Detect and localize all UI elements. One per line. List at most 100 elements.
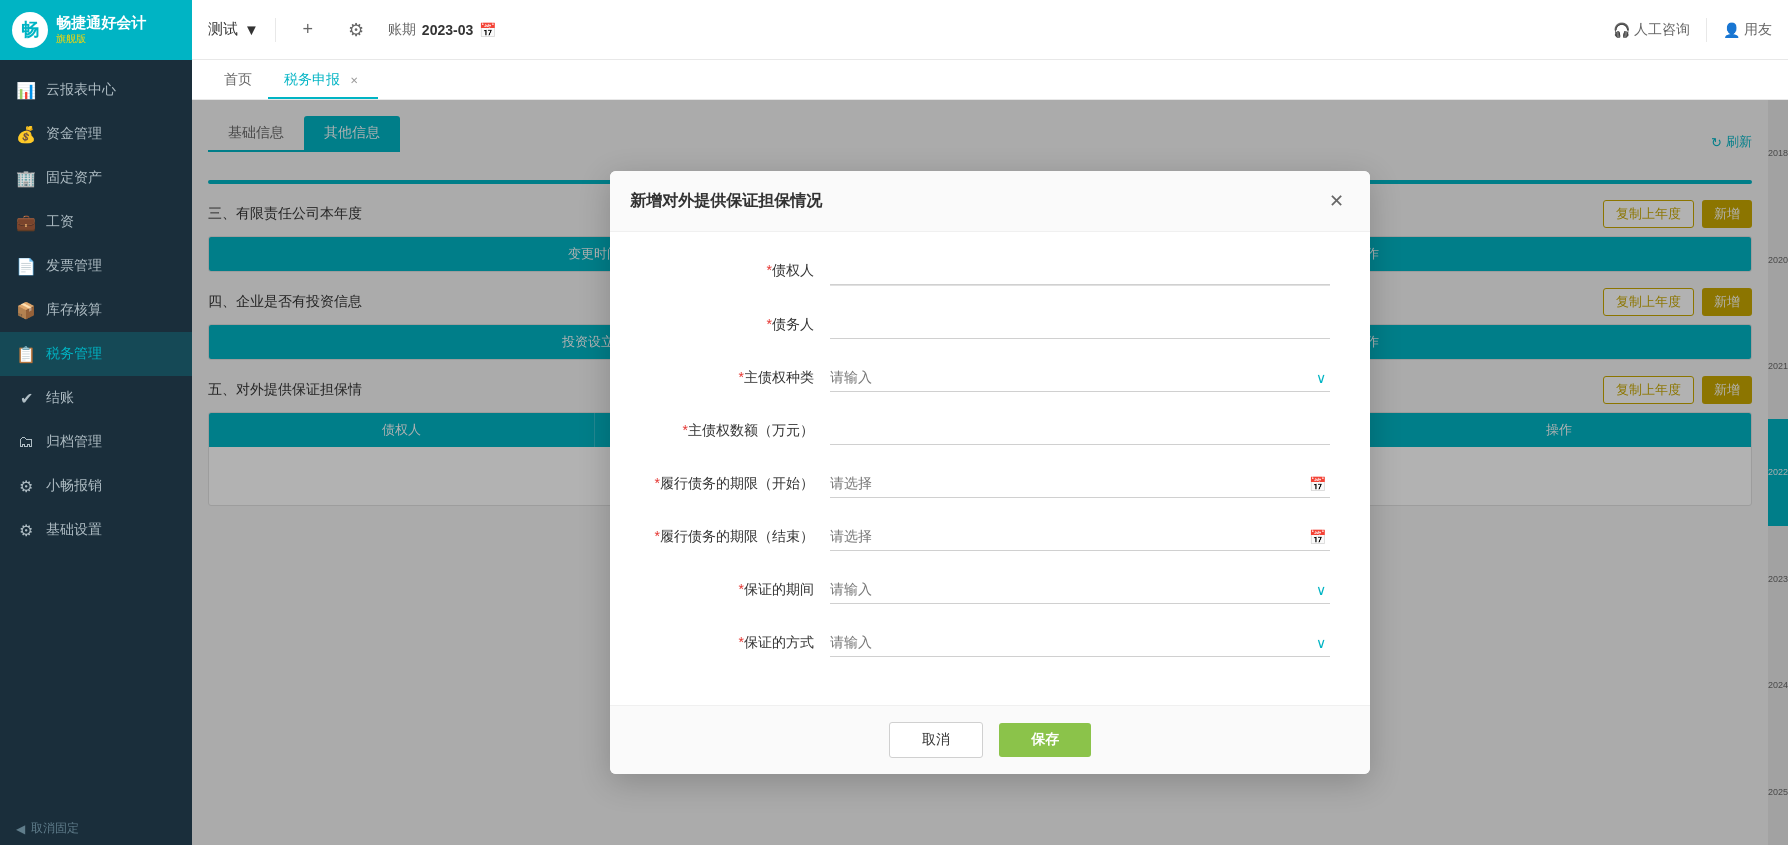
period-calendar-icon[interactable]: 📅	[479, 22, 496, 38]
form-field-claim-type: ∨	[830, 363, 1330, 392]
cancel-button[interactable]: 取消	[889, 722, 983, 758]
sidebar-footer[interactable]: ◀ 取消固定	[0, 812, 192, 845]
form-label-guarantee-period: *保证的期间	[650, 581, 830, 599]
settings-button[interactable]: ⚙	[340, 14, 372, 46]
content-area: 基础信息 其他信息 ↻ 刷新 三、有限责任公司本年度	[192, 100, 1788, 845]
sidebar-label-archive: 归档管理	[46, 433, 102, 451]
scroll-up-icon: ◀	[16, 822, 25, 836]
form-row-debtor: *债务人	[650, 310, 1330, 339]
sidebar-item-cloud-reports[interactable]: 📊 云报表中心	[0, 68, 192, 112]
period-start-calendar-icon[interactable]: 📅	[1309, 476, 1326, 492]
claim-amount-input[interactable]	[830, 416, 1330, 445]
sidebar-item-invoice-mgmt[interactable]: 📄 发票管理	[0, 244, 192, 288]
fund-mgmt-icon: 💰	[16, 124, 36, 144]
fixed-assets-icon: 🏢	[16, 168, 36, 188]
add-button[interactable]: +	[292, 14, 324, 46]
main-area: 测试 ▼ + ⚙ 账期 2023-03 📅 🎧 人工咨询 👤 用友	[192, 0, 1788, 845]
service-icon: 🎧	[1613, 22, 1630, 38]
guarantee-period-input[interactable]	[830, 575, 1330, 604]
period-end-calendar-icon[interactable]: 📅	[1309, 529, 1326, 545]
undo-fixed-label: 取消固定	[31, 820, 79, 837]
company-dropdown-icon: ▼	[244, 21, 259, 38]
guarantee-method-input[interactable]	[830, 628, 1330, 657]
save-button[interactable]: 保存	[999, 723, 1091, 757]
form-row-period-start: *履行债务的期限（开始） 📅	[650, 469, 1330, 498]
user-button[interactable]: 👤 用友	[1723, 21, 1772, 39]
sidebar-nav: 📊 云报表中心 💰 资金管理 🏢 固定资产 💼 工资 📄 发票管理 📦	[0, 60, 192, 812]
modal-close-button[interactable]: ✕	[1322, 187, 1350, 215]
logo-icon: 畅	[12, 12, 48, 48]
form-field-period-start: 📅	[830, 469, 1330, 498]
sidebar-label-inventory: 库存核算	[46, 301, 102, 319]
tab-tax-report[interactable]: 税务申报 ✕	[268, 63, 378, 99]
form-row-claim-amount: *主债权数额（万元）	[650, 416, 1330, 445]
form-row-period-end: *履行债务的期限（结束） 📅	[650, 522, 1330, 551]
basic-settings-icon: ⚙	[16, 520, 36, 540]
cloud-reports-icon: 📊	[16, 80, 36, 100]
period-start-input[interactable]	[830, 469, 1330, 498]
sidebar-item-tax-mgmt[interactable]: 📋 税务管理	[0, 332, 192, 376]
form-label-period-end: *履行债务的期限（结束）	[650, 528, 830, 546]
form-field-claim-amount	[830, 416, 1330, 445]
topbar-right: 🎧 人工咨询 👤 用友	[1613, 18, 1772, 42]
tab-close-icon[interactable]: ✕	[346, 72, 362, 88]
period-label: 账期	[388, 21, 416, 39]
tabbar: 首页 税务申报 ✕	[192, 60, 1788, 100]
xiaopiao-icon: ⚙	[16, 476, 36, 496]
form-label-guarantee-method: *保证的方式	[650, 634, 830, 652]
sidebar-item-fixed-assets[interactable]: 🏢 固定资产	[0, 156, 192, 200]
sidebar-label-fund-mgmt: 资金管理	[46, 125, 102, 143]
sidebar-label-payroll: 工资	[46, 213, 74, 231]
form-field-guarantee-period: ∨	[830, 575, 1330, 604]
topbar-divider	[275, 18, 276, 42]
company-name: 测试	[208, 20, 238, 39]
period-end-input[interactable]	[830, 522, 1330, 551]
settlement-icon: ✔	[16, 388, 36, 408]
claim-type-input[interactable]	[830, 363, 1330, 392]
sidebar-label-invoice: 发票管理	[46, 257, 102, 275]
modal-title: 新增对外提供保证担保情况	[630, 191, 822, 212]
sidebar-item-basic-settings[interactable]: ⚙ 基础设置	[0, 508, 192, 552]
sidebar-label-tax-mgmt: 税务管理	[46, 345, 102, 363]
form-row-guarantee-method: *保证的方式 ∨	[650, 628, 1330, 657]
period-value: 2023-03	[422, 22, 473, 38]
sidebar-logo[interactable]: 畅 畅捷通好会计 旗舰版	[0, 0, 192, 60]
archive-icon: 🗂	[16, 432, 36, 452]
modal-body: *债权人 *债务人	[610, 232, 1370, 705]
topbar: 测试 ▼ + ⚙ 账期 2023-03 📅 🎧 人工咨询 👤 用友	[192, 0, 1788, 60]
sidebar-item-fund-mgmt[interactable]: 💰 资金管理	[0, 112, 192, 156]
form-field-creditor	[830, 256, 1330, 286]
form-field-period-end: 📅	[830, 522, 1330, 551]
sidebar-item-payroll[interactable]: 💼 工资	[0, 200, 192, 244]
sidebar-item-xiaopiao[interactable]: ⚙ 小畅报销	[0, 464, 192, 508]
form-row-claim-type: *主债权种类 ∨	[650, 363, 1330, 392]
invoice-icon: 📄	[16, 256, 36, 276]
user-label: 用友	[1744, 21, 1772, 39]
form-field-guarantee-method: ∨	[830, 628, 1330, 657]
service-label: 人工咨询	[1634, 21, 1690, 39]
company-selector[interactable]: 测试 ▼	[208, 20, 259, 39]
logo-badge: 旗舰版	[56, 32, 146, 46]
sidebar-label-xiaopiao: 小畅报销	[46, 477, 102, 495]
creditor-input[interactable]	[830, 256, 1330, 285]
form-label-creditor: *债权人	[650, 262, 830, 280]
sidebar-label-cloud-reports: 云报表中心	[46, 81, 116, 99]
form-label-claim-amount: *主债权数额（万元）	[650, 422, 830, 440]
sidebar-label-basic-settings: 基础设置	[46, 521, 102, 539]
sidebar-item-settlement[interactable]: ✔ 结账	[0, 376, 192, 420]
service-button[interactable]: 🎧 人工咨询	[1613, 21, 1690, 39]
user-icon: 👤	[1723, 22, 1740, 38]
sidebar-item-archive[interactable]: 🗂 归档管理	[0, 420, 192, 464]
tab-tax-report-label: 税务申报	[284, 71, 340, 89]
logo-text: 畅捷通好会计	[56, 14, 146, 32]
sidebar-item-inventory[interactable]: 📦 库存核算	[0, 288, 192, 332]
debtor-input[interactable]	[830, 310, 1330, 339]
sidebar-label-settlement: 结账	[46, 389, 74, 407]
modal-footer: 取消 保存	[610, 705, 1370, 774]
tab-home-label: 首页	[224, 71, 252, 89]
tax-mgmt-icon: 📋	[16, 344, 36, 364]
form-label-debtor: *债务人	[650, 316, 830, 334]
payroll-icon: 💼	[16, 212, 36, 232]
sidebar-label-fixed-assets: 固定资产	[46, 169, 102, 187]
tab-home[interactable]: 首页	[208, 63, 268, 99]
